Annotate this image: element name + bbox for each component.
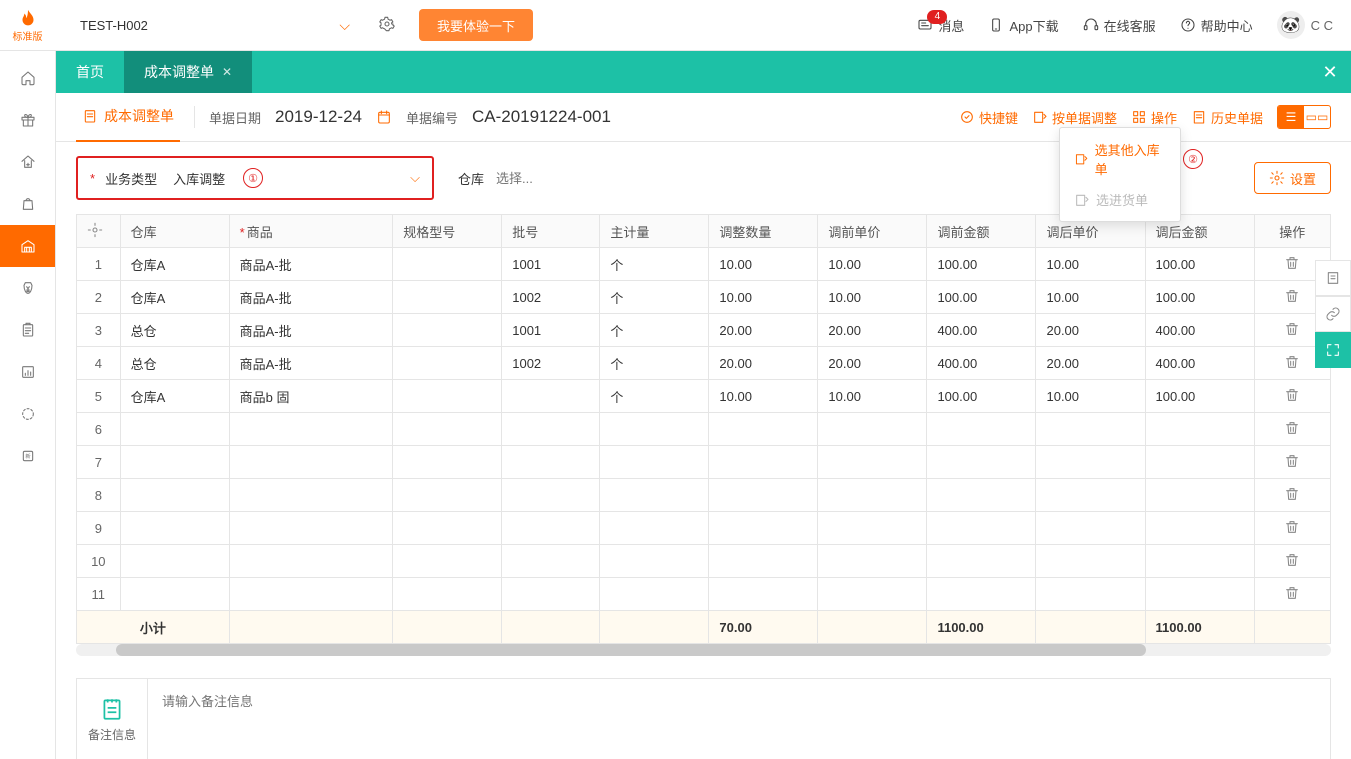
rail-doc[interactable]: [0, 309, 55, 351]
row-delete[interactable]: [1254, 512, 1330, 545]
notepad-icon: [99, 696, 125, 722]
row-delete[interactable]: [1254, 380, 1330, 413]
view-toggle[interactable]: ☰ ▭▭: [1277, 105, 1331, 129]
table-row[interactable]: 1仓库A商品A-批1001个10.0010.00100.0010.00100.0…: [77, 248, 1331, 281]
right-dock: [1315, 260, 1351, 368]
toolbar-adjust[interactable]: 按单据调整: [1032, 108, 1117, 127]
table-row[interactable]: 6: [77, 413, 1331, 446]
brand-sub: 标准版: [13, 28, 43, 43]
col-batch[interactable]: 批号: [502, 215, 600, 248]
annotation-one: ①: [243, 168, 263, 188]
rail-money[interactable]: [0, 267, 55, 309]
row-delete[interactable]: [1254, 545, 1330, 578]
rail-bag[interactable]: [0, 183, 55, 225]
warehouse-filter[interactable]: 仓库: [458, 169, 658, 188]
support-link[interactable]: 在线客服: [1083, 16, 1156, 35]
date-label: 单据日期: [209, 108, 261, 127]
remarks-block: 备注信息: [76, 678, 1331, 759]
list-view-icon[interactable]: ☰: [1278, 106, 1304, 128]
popup-other-in[interactable]: 选其他入库单: [1060, 134, 1180, 184]
card-view-icon[interactable]: ▭▭: [1304, 106, 1330, 128]
date-value: 2019-12-24: [275, 107, 362, 127]
col-unit[interactable]: 主计量: [600, 215, 709, 248]
chevron-down-icon: ⌵: [339, 17, 350, 34]
dock-expand-icon[interactable]: [1315, 332, 1351, 368]
tab-cost-adjust[interactable]: 成本调整单 ✕: [124, 51, 252, 93]
table-row[interactable]: 3总仓商品A-批1001个20.0020.00400.0020.00400.00: [77, 314, 1331, 347]
horizontal-scrollbar[interactable]: [76, 644, 1331, 656]
subtotal-row: 小计 70.00 1100.00 1100.00: [77, 611, 1331, 644]
flame-icon: [17, 8, 39, 30]
tenant-settings-icon[interactable]: [379, 16, 395, 35]
adjust-popup: 选其他入库单 选进货单: [1059, 127, 1181, 222]
col-prod[interactable]: *商品: [229, 215, 393, 248]
row-delete[interactable]: [1254, 413, 1330, 446]
doc-tab[interactable]: 成本调整单: [76, 93, 180, 142]
app-download-link[interactable]: App下载: [988, 16, 1058, 35]
svg-text:新: 新: [25, 452, 31, 460]
rail-warehouse[interactable]: [0, 225, 55, 267]
biz-value: 入库调整: [173, 169, 225, 188]
settings-button[interactable]: 设置: [1254, 162, 1331, 194]
brand-logo[interactable]: 标准版: [0, 0, 55, 50]
close-all-tabs[interactable]: ✕: [1309, 51, 1351, 93]
docno-label: 单据编号: [406, 108, 458, 127]
table-row[interactable]: 9: [77, 512, 1331, 545]
table-row[interactable]: 8: [77, 479, 1331, 512]
tab-home[interactable]: 首页: [56, 51, 124, 93]
help-link[interactable]: 帮助中心: [1180, 16, 1253, 35]
try-button[interactable]: 我要体验一下: [419, 9, 533, 41]
biz-label: 业务类型: [105, 169, 157, 188]
col-p1[interactable]: 调前单价: [818, 215, 927, 248]
rail-report[interactable]: [0, 351, 55, 393]
avatar[interactable]: 🐼: [1277, 11, 1305, 39]
table-row[interactable]: 7: [77, 446, 1331, 479]
messages-badge: 4: [927, 10, 947, 24]
calendar-icon[interactable]: [376, 109, 392, 125]
row-delete[interactable]: [1254, 446, 1330, 479]
table-row[interactable]: 10: [77, 545, 1331, 578]
toolbar-ops[interactable]: 操作: [1131, 108, 1177, 127]
popup-purchase: 选进货单: [1060, 184, 1180, 215]
table-row[interactable]: 5仓库A商品b 固个10.0010.00100.0010.00100.00: [77, 380, 1331, 413]
messages-link[interactable]: 4 消息: [917, 16, 964, 35]
rail-gift[interactable]: [0, 99, 55, 141]
business-type-select[interactable]: * 业务类型 入库调整 ① ⌵: [76, 156, 434, 200]
col-a1[interactable]: 调前金额: [927, 215, 1036, 248]
tenant-select[interactable]: TEST-H002 ⌵: [67, 8, 363, 42]
page-tabs: 首页 成本调整单 ✕ ✕: [56, 51, 1351, 93]
dock-link-icon[interactable]: [1315, 296, 1351, 332]
row-delete[interactable]: [1254, 578, 1330, 611]
tenant-name: TEST-H002: [80, 18, 148, 33]
docno-value: CA-20191224-001: [472, 107, 611, 127]
toolbar-shortcut[interactable]: 快捷键: [959, 108, 1018, 127]
left-nav-rail: 新: [0, 51, 56, 759]
col-op[interactable]: 操作: [1254, 215, 1330, 248]
dock-note-icon[interactable]: [1315, 260, 1351, 296]
close-icon[interactable]: ✕: [222, 65, 232, 79]
table-row[interactable]: 4总仓商品A-批1002个20.0020.00400.0020.00400.00: [77, 347, 1331, 380]
row-delete[interactable]: [1254, 479, 1330, 512]
rail-up[interactable]: [0, 141, 55, 183]
table-row[interactable]: 2仓库A商品A-批1002个10.0010.00100.0010.00100.0…: [77, 281, 1331, 314]
col-gear[interactable]: [77, 215, 121, 248]
col-qty[interactable]: 调整数量: [709, 215, 818, 248]
col-wh[interactable]: 仓库: [120, 215, 229, 248]
col-spec[interactable]: 规格型号: [393, 215, 502, 248]
chevron-down-icon: ⌵: [410, 170, 420, 186]
rail-sync[interactable]: [0, 393, 55, 435]
table-row[interactable]: 11: [77, 578, 1331, 611]
rail-new[interactable]: 新: [0, 435, 55, 477]
warehouse-input[interactable]: [494, 170, 658, 187]
rail-home[interactable]: [0, 57, 55, 99]
toolbar-history[interactable]: 历史单据: [1191, 108, 1263, 127]
data-grid: 仓库 *商品 规格型号 批号 主计量 调整数量 调前单价 调前金额 调后单价 调…: [76, 214, 1331, 644]
remarks-input[interactable]: [148, 679, 1330, 759]
username: C C: [1311, 18, 1333, 33]
